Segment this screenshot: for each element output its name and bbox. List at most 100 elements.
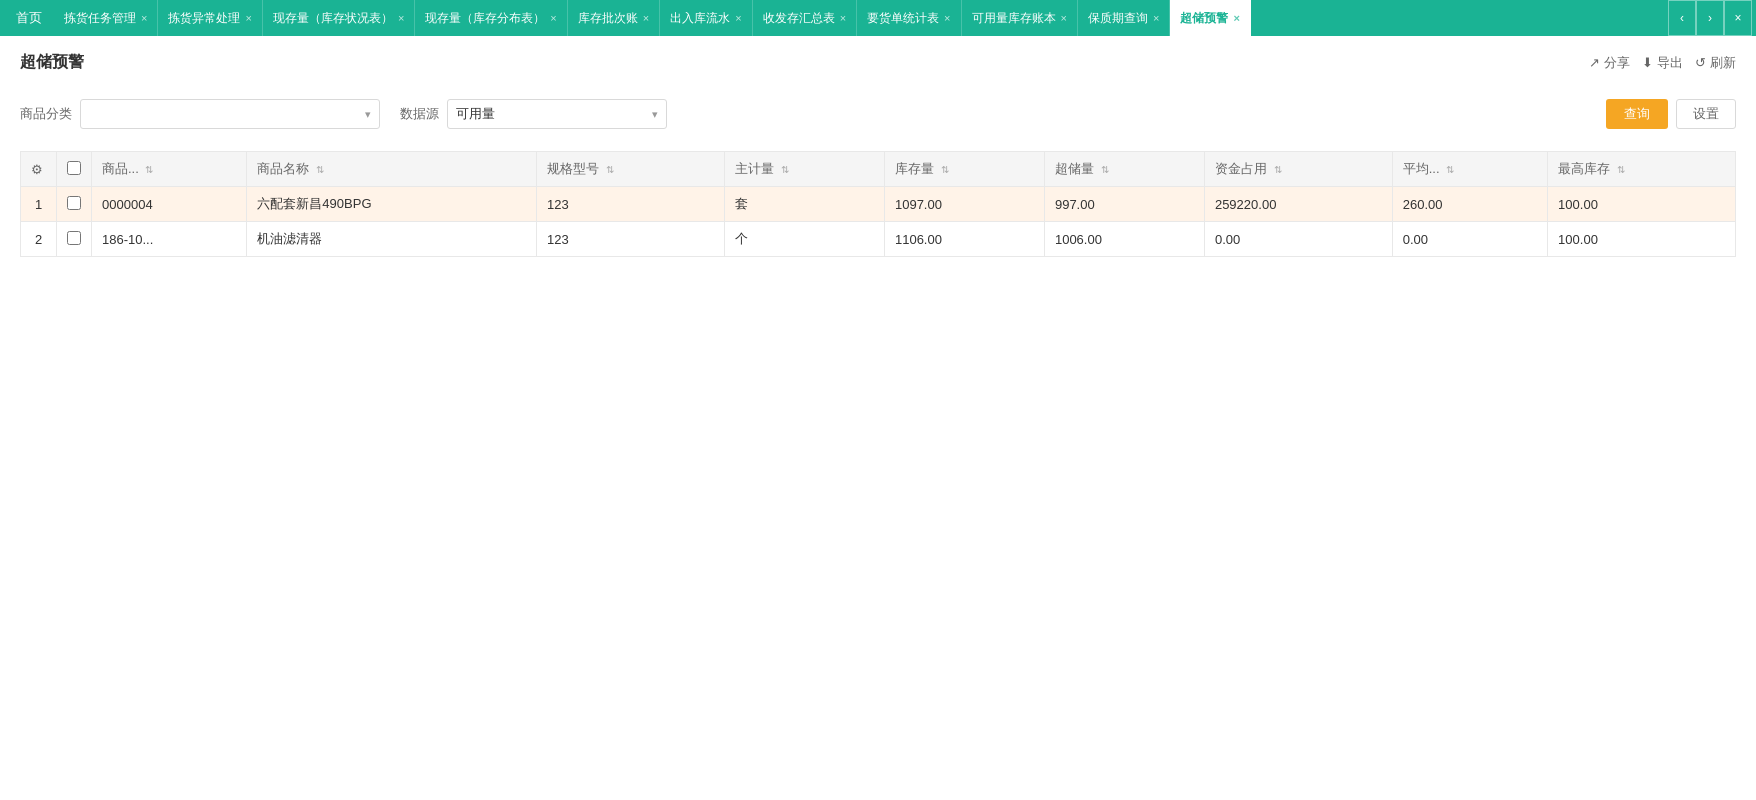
datasource-chevron-icon: ▾ — [652, 108, 658, 121]
sort-capital-icon: ⇅ — [1274, 164, 1282, 175]
row-avg-0: 260.00 — [1392, 187, 1547, 222]
export-icon: ⬇ — [1642, 55, 1653, 70]
row-name-0: 六配套新昌490BPG — [247, 187, 537, 222]
nav-arrows: ‹ › × — [1668, 0, 1752, 36]
close-tab-6[interactable]: × — [840, 12, 846, 24]
page-header: 超储预警 ↗ 分享 ⬇ 导出 ↺ 刷新 — [20, 52, 1736, 73]
export-action[interactable]: ⬇ 导出 — [1642, 54, 1683, 72]
th-stock: 库存量 ⇅ — [884, 152, 1044, 187]
sort-overflow-icon: ⇅ — [1101, 164, 1109, 175]
gear-icon: ⚙ — [31, 162, 43, 177]
filter-row: 商品分类 ▾ 数据源 可用量 ▾ 查询 设置 — [20, 89, 1736, 139]
row-avg-1: 0.00 — [1392, 222, 1547, 257]
row-maxstock-0: 100.00 — [1548, 187, 1736, 222]
sort-unit-icon: ⇅ — [781, 164, 789, 175]
sort-name-icon: ⇅ — [316, 164, 324, 175]
datasource-select[interactable]: 可用量 ▾ — [447, 99, 667, 129]
th-unit: 主计量 ⇅ — [724, 152, 884, 187]
th-code: 商品... ⇅ — [92, 152, 247, 187]
sort-stock-icon: ⇅ — [941, 164, 949, 175]
share-action[interactable]: ↗ 分享 — [1589, 54, 1630, 72]
table-row: 1 0000004 六配套新昌490BPG 123 套 1097.00 997.… — [21, 187, 1736, 222]
nav-tab-5[interactable]: 出入库流水 × — [660, 0, 752, 36]
row-code-1: 186-10... — [92, 222, 247, 257]
th-name: 商品名称 ⇅ — [247, 152, 537, 187]
nav-arrow-right[interactable]: › — [1696, 0, 1724, 36]
filter-category: 商品分类 ▾ — [20, 99, 380, 129]
close-tab-7[interactable]: × — [944, 12, 950, 24]
nav-tab-0[interactable]: 拣货任务管理 × — [54, 0, 158, 36]
th-capital: 资金占用 ⇅ — [1204, 152, 1392, 187]
close-tab-2[interactable]: × — [398, 12, 404, 24]
category-select[interactable]: ▾ — [80, 99, 380, 129]
row-check-1[interactable] — [67, 231, 81, 245]
row-capital-1: 0.00 — [1204, 222, 1392, 257]
query-button[interactable]: 查询 — [1606, 99, 1668, 129]
th-settings: ⚙ — [21, 152, 57, 187]
sort-spec-icon: ⇅ — [606, 164, 614, 175]
th-checkbox — [57, 152, 92, 187]
share-icon: ↗ — [1589, 55, 1600, 70]
filter-datasource: 数据源 可用量 ▾ — [400, 99, 667, 129]
refresh-label: 刷新 — [1710, 54, 1736, 72]
header-actions: ↗ 分享 ⬇ 导出 ↺ 刷新 — [1589, 54, 1736, 72]
close-tab-10[interactable]: × — [1233, 12, 1239, 24]
th-avg: 平均... ⇅ — [1392, 152, 1547, 187]
nav-home[interactable]: 首页 — [4, 0, 54, 36]
row-checkbox-1 — [57, 222, 92, 257]
row-name-1: 机油滤清器 — [247, 222, 537, 257]
datasource-value: 可用量 — [456, 105, 495, 123]
row-num-1: 2 — [21, 222, 57, 257]
nav-tab-10[interactable]: 超储预警 × — [1170, 0, 1250, 36]
page-title: 超储预警 — [20, 52, 84, 73]
close-tab-5[interactable]: × — [735, 12, 741, 24]
nav-tab-4[interactable]: 库存批次账 × — [568, 0, 660, 36]
data-table: ⚙ 商品... ⇅ 商品名称 ⇅ 规格型号 ⇅ 主计量 — [20, 151, 1736, 257]
page-content: 超储预警 ↗ 分享 ⬇ 导出 ↺ 刷新 商品分类 ▾ 数据源 — [0, 36, 1756, 800]
nav-tab-1[interactable]: 拣货异常处理 × — [158, 0, 262, 36]
nav-tab-3[interactable]: 现存量（库存分布表） × — [415, 0, 567, 36]
row-stock-1: 1106.00 — [884, 222, 1044, 257]
close-tab-9[interactable]: × — [1153, 12, 1159, 24]
nav-arrow-close[interactable]: × — [1724, 0, 1752, 36]
row-unit-1: 个 — [724, 222, 884, 257]
row-check-0[interactable] — [67, 196, 81, 210]
select-all-checkbox[interactable] — [67, 161, 81, 175]
row-code-0: 0000004 — [92, 187, 247, 222]
th-overflow: 超储量 ⇅ — [1044, 152, 1204, 187]
export-label: 导出 — [1657, 54, 1683, 72]
nav-tab-9[interactable]: 保质期查询 × — [1078, 0, 1170, 36]
row-maxstock-1: 100.00 — [1548, 222, 1736, 257]
row-overflow-1: 1006.00 — [1044, 222, 1204, 257]
close-tab-1[interactable]: × — [245, 12, 251, 24]
nav-tab-8[interactable]: 可用量库存账本 × — [962, 0, 1078, 36]
nav-tab-6[interactable]: 收发存汇总表 × — [753, 0, 857, 36]
top-nav: 首页 拣货任务管理 × 拣货异常处理 × 现存量（库存状况表） × 现存量（库存… — [0, 0, 1756, 36]
row-unit-0: 套 — [724, 187, 884, 222]
share-label: 分享 — [1604, 54, 1630, 72]
datasource-label: 数据源 — [400, 105, 439, 123]
category-label: 商品分类 — [20, 105, 72, 123]
close-tab-8[interactable]: × — [1061, 12, 1067, 24]
th-spec: 规格型号 ⇅ — [537, 152, 725, 187]
row-checkbox-0 — [57, 187, 92, 222]
row-stock-0: 1097.00 — [884, 187, 1044, 222]
refresh-action[interactable]: ↺ 刷新 — [1695, 54, 1736, 72]
nav-tab-7[interactable]: 要货单统计表 × — [857, 0, 961, 36]
nav-tab-2[interactable]: 现存量（库存状况表） × — [263, 0, 415, 36]
set-button[interactable]: 设置 — [1676, 99, 1736, 129]
row-spec-1: 123 — [537, 222, 725, 257]
close-tab-4[interactable]: × — [643, 12, 649, 24]
sort-code-icon: ⇅ — [145, 164, 153, 175]
th-max-stock: 最高库存 ⇅ — [1548, 152, 1736, 187]
row-spec-0: 123 — [537, 187, 725, 222]
row-capital-0: 259220.00 — [1204, 187, 1392, 222]
nav-arrow-left[interactable]: ‹ — [1668, 0, 1696, 36]
close-tab-0[interactable]: × — [141, 12, 147, 24]
row-num-0: 1 — [21, 187, 57, 222]
refresh-icon: ↺ — [1695, 55, 1706, 70]
table-row: 2 186-10... 机油滤清器 123 个 1106.00 1006.00 … — [21, 222, 1736, 257]
sort-max-icon: ⇅ — [1617, 164, 1625, 175]
sort-avg-icon: ⇅ — [1446, 164, 1454, 175]
close-tab-3[interactable]: × — [550, 12, 556, 24]
